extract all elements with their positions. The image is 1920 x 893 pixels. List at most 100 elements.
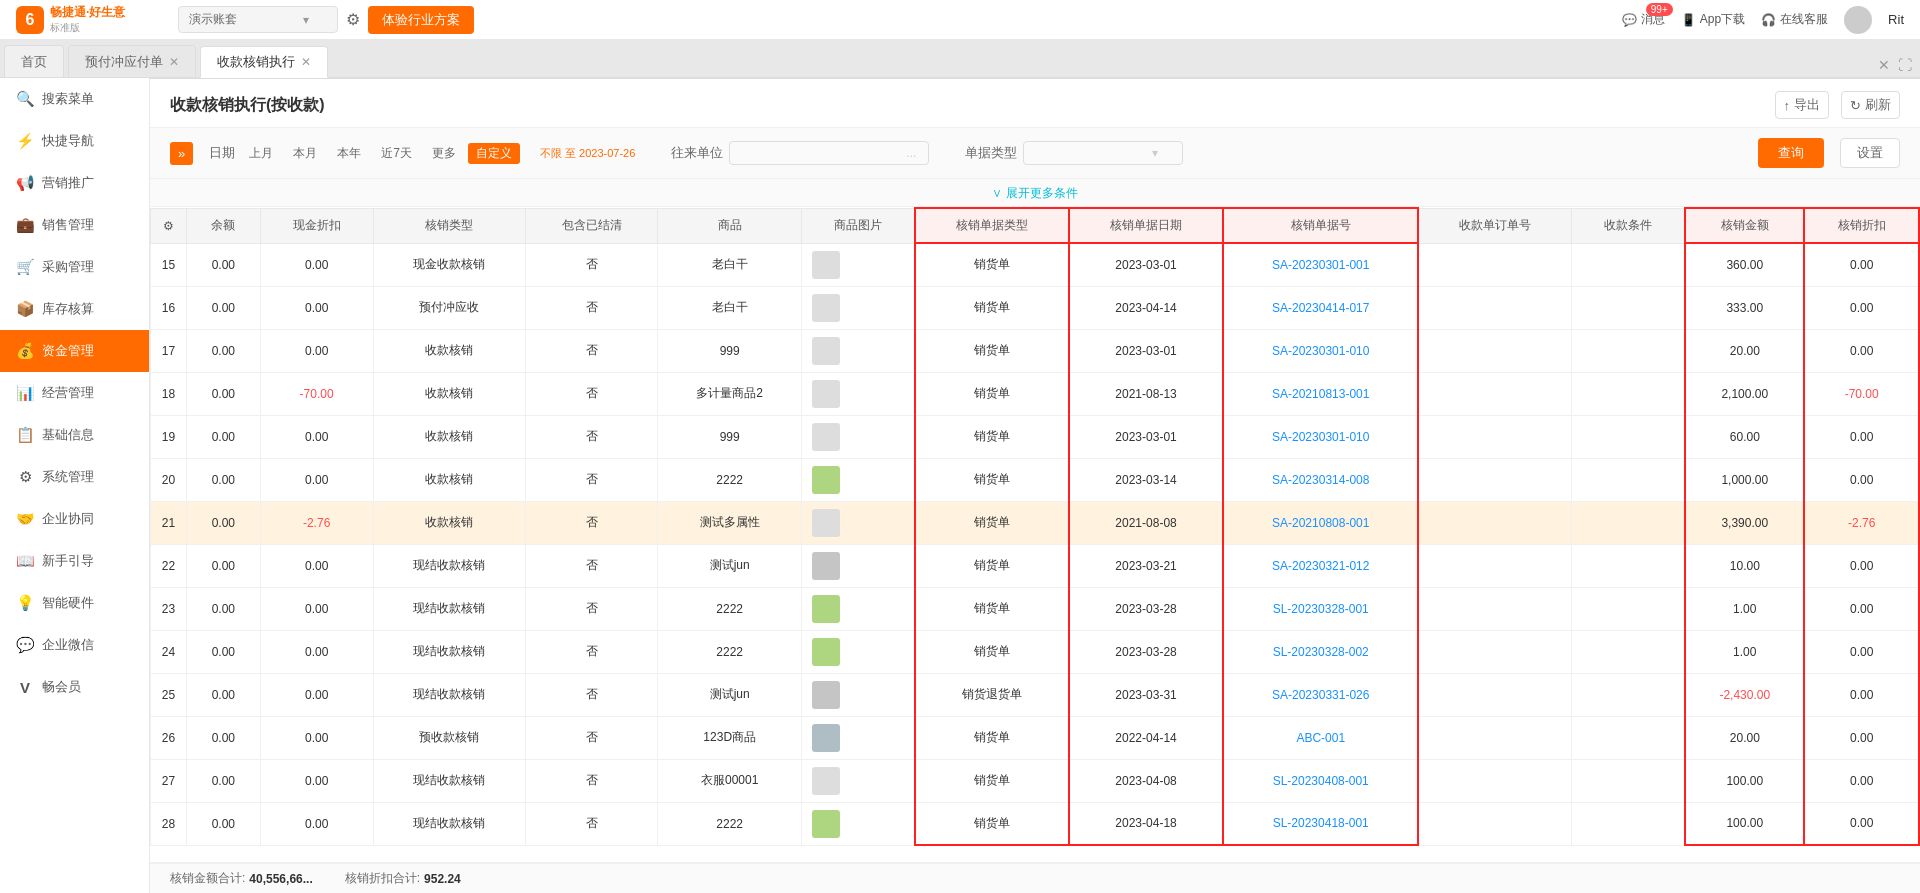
date-btn-more[interactable]: 更多 <box>424 143 464 164</box>
cell-writeoff-type: 现结收款核销 <box>373 587 525 630</box>
user-avatar[interactable] <box>1844 6 1872 34</box>
cell-balance: 0.00 <box>187 372 261 415</box>
cell-writeoff-type: 收款核销 <box>373 501 525 544</box>
query-btn[interactable]: 查询 <box>1758 138 1824 168</box>
expand-more-btn[interactable]: ∨ 展开更多条件 <box>170 185 1900 202</box>
cell-id: 21 <box>151 501 187 544</box>
sidebar-item-basics[interactable]: 📋 基础信息 <box>0 414 149 456</box>
cell-id: 25 <box>151 673 187 716</box>
app-download-item[interactable]: 📱 App下载 <box>1681 11 1745 28</box>
cell-balance: 0.00 <box>187 501 261 544</box>
tab-home[interactable]: 首页 <box>4 45 64 77</box>
logo-sub: 标准版 <box>50 21 125 35</box>
cell-amount: -2,430.00 <box>1685 673 1804 716</box>
cell-amount: 20.00 <box>1685 329 1804 372</box>
cell-bill-no[interactable]: SA-20230301-010 <box>1223 415 1418 458</box>
filter-settings-btn[interactable]: 设置 <box>1840 138 1900 168</box>
online-service-item[interactable]: 🎧 在线客服 <box>1761 11 1828 28</box>
date-btn-this-month[interactable]: 本月 <box>285 143 325 164</box>
settings-icon[interactable]: ⚙ <box>346 10 360 29</box>
export-btn[interactable]: ↑ 导出 <box>1775 91 1830 119</box>
sidebar-item-wechat[interactable]: 💬 企业微信 <box>0 624 149 666</box>
sidebar-item-inventory[interactable]: 📦 库存核算 <box>0 288 149 330</box>
sidebar-item-finance[interactable]: 💰 资金管理 <box>0 330 149 372</box>
date-btn-last-month[interactable]: 上月 <box>241 143 281 164</box>
table-row: 27 0.00 0.00 现结收款核销 否 衣服00001 销货单 2023-0… <box>151 759 1920 802</box>
cell-bill-date: 2022-04-14 <box>1069 716 1223 759</box>
table-row: 21 0.00 -2.76 收款核销 否 测试多属性 销货单 2021-08-0… <box>151 501 1920 544</box>
refresh-btn[interactable]: ↻ 刷新 <box>1841 91 1900 119</box>
cell-bill-no[interactable]: SL-20230328-002 <box>1223 630 1418 673</box>
sidebar-item-system[interactable]: ⚙ 系统管理 <box>0 456 149 498</box>
date-btn-this-year[interactable]: 本年 <box>329 143 369 164</box>
company-selector[interactable]: 演示账套 ▾ <box>178 6 338 33</box>
unit-input[interactable]: ... <box>729 141 929 165</box>
close-all-icon[interactable]: ✕ <box>1878 57 1890 73</box>
cell-amount: 100.00 <box>1685 759 1804 802</box>
cell-receipt-order <box>1418 372 1571 415</box>
writeoff-close-icon[interactable]: ✕ <box>301 55 311 69</box>
sidebar-item-collab[interactable]: 🤝 企业协同 <box>0 498 149 540</box>
cell-bill-no[interactable]: SL-20230418-001 <box>1223 802 1418 845</box>
date-btn-7days[interactable]: 近7天 <box>373 143 420 164</box>
page-title: 收款核销执行(按收款) <box>170 95 325 116</box>
cell-receipt-order <box>1418 544 1571 587</box>
cell-include-settled: 否 <box>525 673 658 716</box>
cell-product-image <box>801 759 915 802</box>
cell-amount: 333.00 <box>1685 286 1804 329</box>
table-footer: 核销金额合计: 40,556,66... 核销折扣合计: 952.24 <box>150 862 1920 893</box>
cell-bill-no[interactable]: SA-20230301-001 <box>1223 243 1418 286</box>
message-item[interactable]: 💬 消息 99+ <box>1622 11 1665 28</box>
industry-btn[interactable]: 体验行业方案 <box>368 6 474 34</box>
cell-bill-no[interactable]: SA-20230331-026 <box>1223 673 1418 716</box>
sidebar-item-hardware[interactable]: 💡 智能硬件 <box>0 582 149 624</box>
cell-bill-no[interactable]: SA-20230301-010 <box>1223 329 1418 372</box>
cell-product-image <box>801 415 915 458</box>
sidebar-item-quicknav[interactable]: ⚡ 快捷导航 <box>0 120 149 162</box>
cell-cash-discount: 0.00 <box>260 802 373 845</box>
cell-product: 2222 <box>658 458 802 501</box>
sidebar-item-guide[interactable]: 📖 新手引导 <box>0 540 149 582</box>
cell-receipt-order <box>1418 329 1571 372</box>
cell-id: 22 <box>151 544 187 587</box>
cell-include-settled: 否 <box>525 759 658 802</box>
cell-bill-no[interactable]: SA-20230314-008 <box>1223 458 1418 501</box>
cell-writeoff-type: 现结收款核销 <box>373 544 525 587</box>
cell-bill-no[interactable]: ABC-001 <box>1223 716 1418 759</box>
quicknav-icon: ⚡ <box>16 132 34 150</box>
cell-amount: 3,390.00 <box>1685 501 1804 544</box>
sidebar-label-inventory: 库存核算 <box>42 300 94 318</box>
expand-tab-icon[interactable]: ⛶ <box>1898 57 1912 73</box>
cell-bill-no[interactable]: SL-20230328-001 <box>1223 587 1418 630</box>
unit-filter-item: 往来单位 ... <box>671 141 929 165</box>
cell-bill-no[interactable]: SA-20210813-001 <box>1223 372 1418 415</box>
page-header: 收款核销执行(按收款) ↑ 导出 ↻ 刷新 <box>150 79 1920 128</box>
cell-amount: 1.00 <box>1685 630 1804 673</box>
cell-bill-no[interactable]: SA-20230414-017 <box>1223 286 1418 329</box>
sidebar-item-search[interactable]: 🔍 搜索菜单 <box>0 78 149 120</box>
tab-prepay[interactable]: 预付冲应付单 ✕ <box>68 45 196 77</box>
sidebar-item-marketing[interactable]: 📢 营销推广 <box>0 162 149 204</box>
sidebar-item-sales[interactable]: 💼 销售管理 <box>0 204 149 246</box>
sidebar-item-purchase[interactable]: 🛒 采购管理 <box>0 246 149 288</box>
cell-bill-no[interactable]: SA-20210808-001 <box>1223 501 1418 544</box>
sidebar-item-member[interactable]: V 畅会员 <box>0 666 149 708</box>
cell-cash-discount: 0.00 <box>260 458 373 501</box>
table-row: 16 0.00 0.00 预付冲应收 否 老白干 销货单 2023-04-14 … <box>151 286 1920 329</box>
filter-expand-btn[interactable]: » <box>170 142 193 165</box>
sidebar-item-operations[interactable]: 📊 经营管理 <box>0 372 149 414</box>
cell-writeoff-type: 预收款核销 <box>373 716 525 759</box>
cell-bill-no[interactable]: SL-20230408-001 <box>1223 759 1418 802</box>
bill-type-select[interactable]: ▾ <box>1023 141 1183 165</box>
tab-writeoff[interactable]: 收款核销执行 ✕ <box>200 46 328 78</box>
sidebar-label-purchase: 采购管理 <box>42 258 94 276</box>
cell-writeoff-type: 现结收款核销 <box>373 630 525 673</box>
cell-bill-no[interactable]: SA-20230321-012 <box>1223 544 1418 587</box>
col-settings[interactable]: ⚙ <box>151 208 187 243</box>
main-layout: 🔍 搜索菜单 ⚡ 快捷导航 📢 营销推广 💼 销售管理 🛒 采购管理 📦 库存核… <box>0 78 1920 893</box>
col-writeoff-type: 核销类型 <box>373 208 525 243</box>
cell-balance: 0.00 <box>187 630 261 673</box>
prepay-close-icon[interactable]: ✕ <box>169 55 179 69</box>
date-btn-custom[interactable]: 自定义 <box>468 143 520 164</box>
col-include-settled: 包含已结清 <box>525 208 658 243</box>
